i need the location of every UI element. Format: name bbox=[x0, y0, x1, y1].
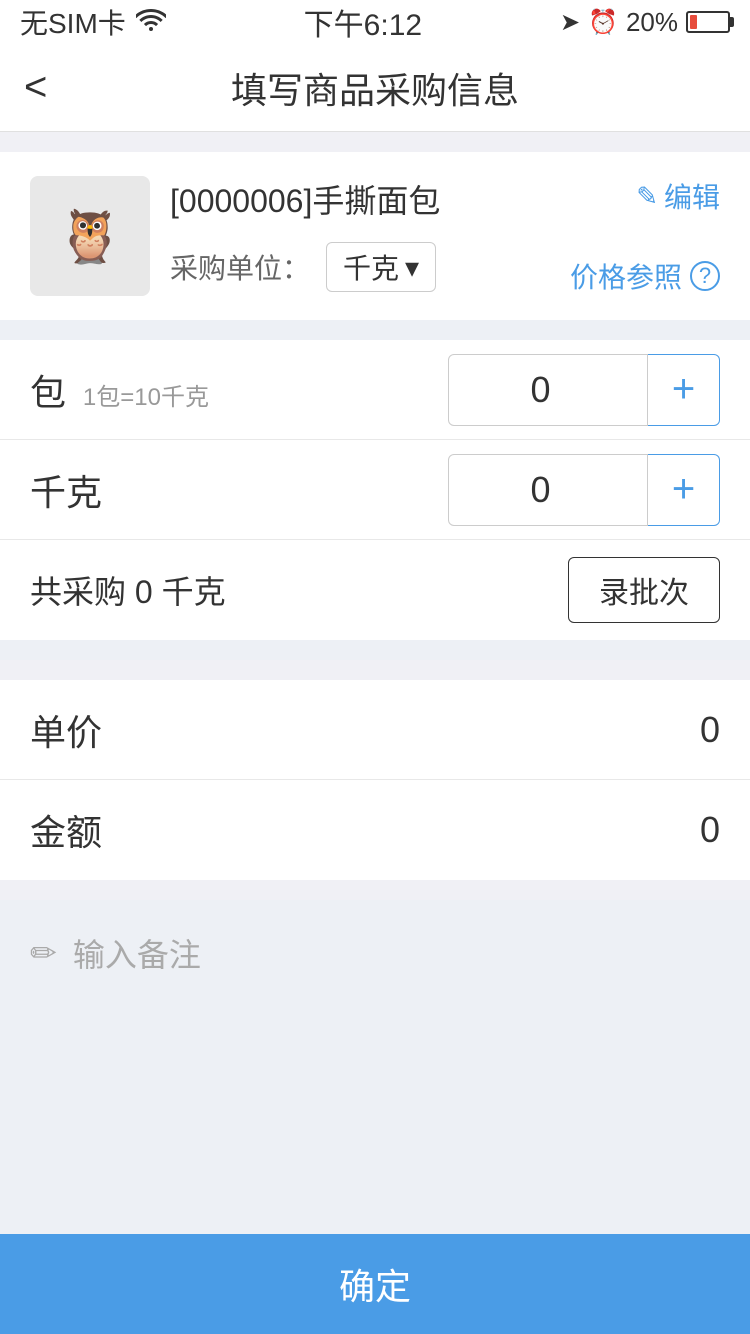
bao-label-group: 包 1包=10千克 bbox=[30, 364, 209, 416]
kg-row: 千克 + bbox=[0, 440, 750, 540]
edit-label: 编辑 bbox=[664, 176, 720, 216]
bao-input[interactable] bbox=[448, 354, 648, 426]
status-left: 无SIM卡 bbox=[20, 2, 166, 42]
amount-label: 金额 bbox=[30, 804, 102, 856]
kg-input-control: + bbox=[448, 454, 720, 526]
kg-input[interactable] bbox=[448, 454, 648, 526]
kg-label: 千克 bbox=[30, 472, 102, 513]
page-title: 填写商品采购信息 bbox=[231, 62, 519, 114]
remark-placeholder: 输入备注 bbox=[73, 930, 201, 976]
total-label: 共采购 0 千克 bbox=[30, 567, 226, 613]
price-ref-label: 价格参照 bbox=[570, 256, 682, 296]
pencil-icon: ✏ bbox=[30, 934, 57, 972]
status-bar: 无SIM卡 下午6:12 ➤ ⏰ 20% bbox=[0, 0, 750, 44]
input-section: 包 1包=10千克 + 千克 + bbox=[0, 340, 750, 540]
alarm-icon: ⏰ bbox=[588, 8, 618, 37]
location-icon: ➤ bbox=[560, 8, 580, 37]
section-divider-1 bbox=[0, 320, 750, 340]
record-batch-button[interactable]: 录批次 bbox=[568, 557, 720, 623]
status-time: 下午6:12 bbox=[304, 0, 422, 44]
back-button[interactable]: < bbox=[24, 65, 47, 110]
amount-value: 0 bbox=[700, 809, 720, 851]
dropdown-arrow-icon: ▾ bbox=[405, 251, 419, 284]
bao-row: 包 1包=10千克 + bbox=[0, 340, 750, 440]
amount-row: 金额 0 bbox=[0, 780, 750, 880]
unit-price-value: 0 bbox=[700, 709, 720, 751]
status-right: ➤ ⏰ 20% bbox=[560, 7, 730, 38]
kg-plus-button[interactable]: + bbox=[648, 454, 720, 526]
carrier-label: 无SIM卡 bbox=[20, 2, 126, 42]
bao-plus-button[interactable]: + bbox=[648, 354, 720, 426]
help-icon: ? bbox=[690, 261, 720, 291]
remark-section[interactable]: ✏ 输入备注 bbox=[0, 900, 750, 1006]
bao-label: 包 bbox=[30, 372, 66, 413]
kg-label-group: 千克 bbox=[30, 464, 102, 516]
confirm-button[interactable]: 确定 bbox=[0, 1234, 750, 1334]
price-ref-button[interactable]: 价格参照 ? bbox=[570, 256, 720, 296]
nav-bar: < 填写商品采购信息 bbox=[0, 44, 750, 132]
unit-select-dropdown[interactable]: 千克 ▾ bbox=[326, 242, 436, 292]
total-row: 共采购 0 千克 录批次 bbox=[0, 540, 750, 640]
wifi-icon bbox=[136, 6, 166, 38]
section-divider-2 bbox=[0, 640, 750, 660]
unit-value: 千克 bbox=[343, 247, 399, 287]
product-image: 🦉 bbox=[30, 176, 150, 296]
product-image-icon: 🦉 bbox=[58, 206, 123, 267]
unit-price-label: 单价 bbox=[30, 704, 102, 756]
unit-label: 采购单位： bbox=[170, 247, 310, 287]
bao-input-control: + bbox=[448, 354, 720, 426]
bao-sublabel: 1包=10千克 bbox=[83, 384, 209, 411]
product-card: 🦉 [0000006]手撕面包 采购单位： 千克 ▾ ✎ 编辑 价格参照 ? bbox=[0, 152, 750, 320]
battery-percent: 20% bbox=[626, 7, 678, 38]
battery-icon bbox=[686, 11, 730, 33]
price-section: 单价 0 金额 0 bbox=[0, 680, 750, 880]
edit-button[interactable]: ✎ 编辑 bbox=[636, 176, 720, 216]
unit-price-row: 单价 0 bbox=[0, 680, 750, 780]
edit-icon: ✎ bbox=[636, 181, 658, 212]
